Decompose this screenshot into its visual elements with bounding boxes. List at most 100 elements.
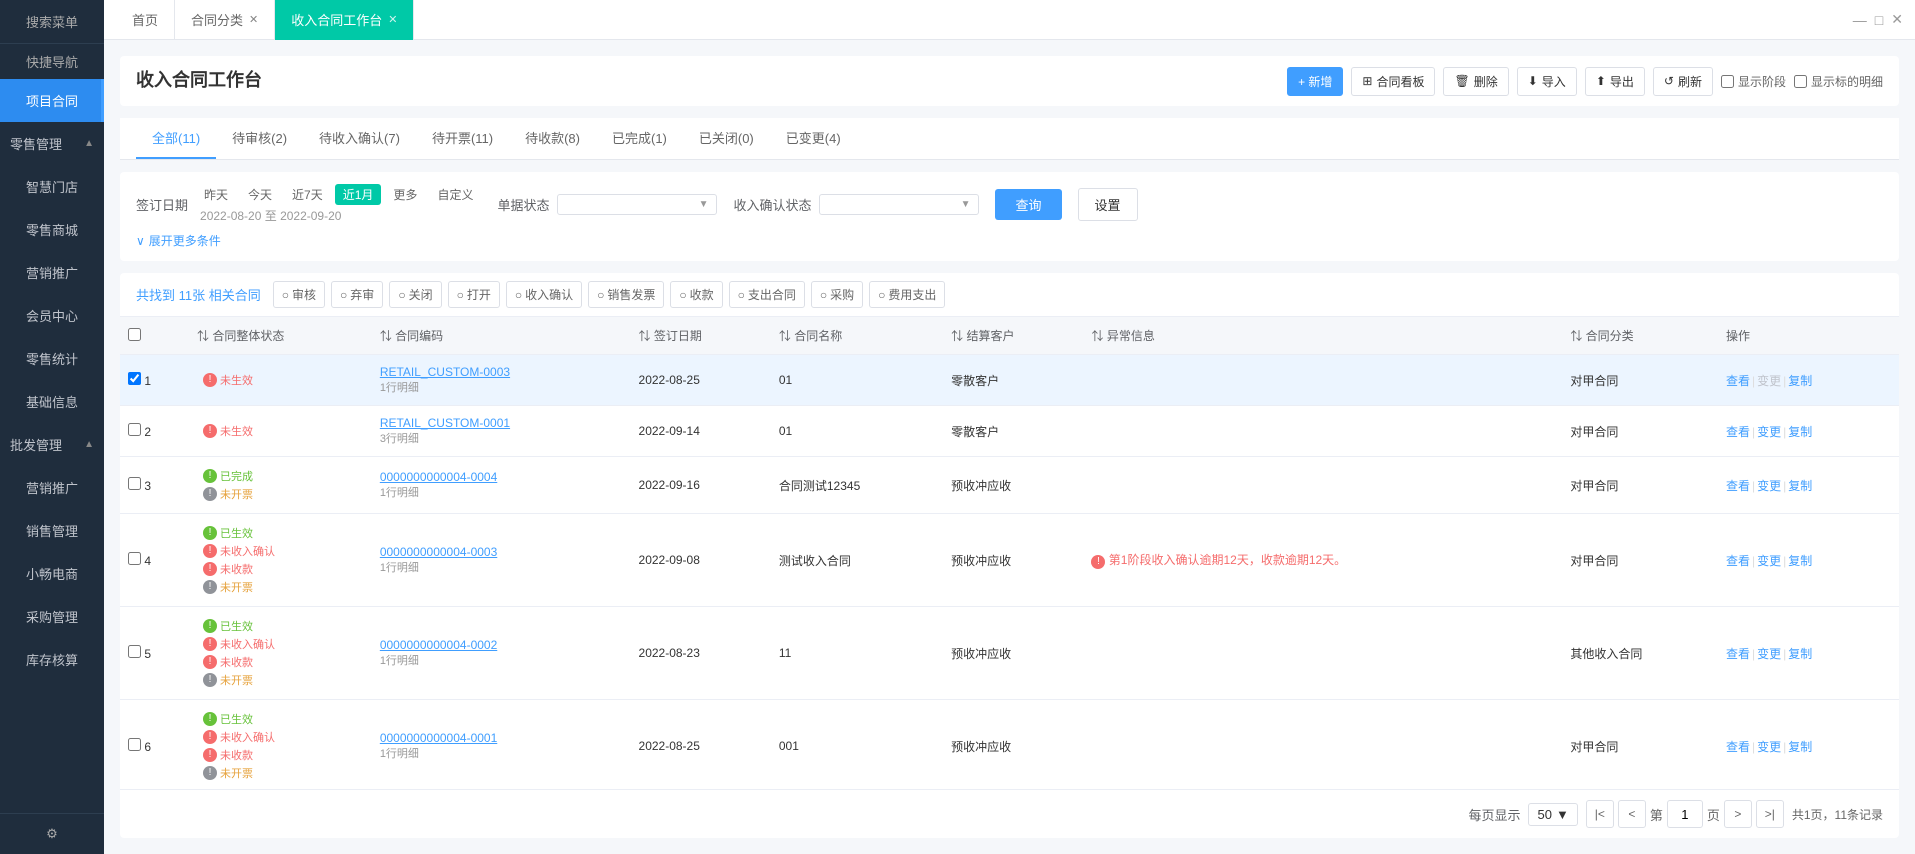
sidebar-item-retail[interactable]: 零售管理▲: [0, 122, 104, 165]
date-option-today[interactable]: 今天: [240, 184, 280, 205]
filter-tab-pending-invoice[interactable]: 待开票(11): [416, 118, 509, 159]
action-btn-expense-out[interactable]: ○ 费用支出: [869, 281, 945, 308]
action-btn-expense-contract[interactable]: ○ 支出合同: [729, 281, 805, 308]
row-checkbox-2[interactable]: [128, 477, 141, 490]
action-btn-abandon[interactable]: ○ 弃审: [331, 281, 383, 308]
action-btn-sales-invoice[interactable]: ○ 销售发票: [588, 281, 664, 308]
first-page-button[interactable]: |<: [1586, 800, 1614, 828]
op-变更-3[interactable]: 变更: [1757, 554, 1781, 568]
sidebar-item-online[interactable]: 零售商城: [0, 208, 104, 251]
page-input[interactable]: [1667, 800, 1703, 828]
action-btn-close[interactable]: ○ 关闭: [389, 281, 441, 308]
sidebar-item-inventory[interactable]: 库存核算: [0, 638, 104, 681]
contract-link-1[interactable]: RETAIL_CUSTOM-0001: [380, 416, 510, 430]
filter-tab-pending-review[interactable]: 待审核(2): [216, 118, 303, 159]
new-button[interactable]: + 新增: [1287, 67, 1343, 96]
sidebar-item-smart-store[interactable]: 智慧门店: [0, 165, 104, 208]
row-checkbox-0[interactable]: [128, 372, 141, 385]
op-查看-1[interactable]: 查看: [1726, 425, 1750, 439]
income-confirm-select[interactable]: ▼: [819, 194, 979, 215]
contract-link-0[interactable]: RETAIL_CUSTOM-0003: [380, 365, 510, 379]
sidebar-item-wholesale[interactable]: 批发管理▲: [0, 423, 104, 466]
op-复制-4[interactable]: 复制: [1788, 647, 1812, 661]
window-minimize-icon[interactable]: —: [1853, 12, 1867, 28]
op-变更-4[interactable]: 变更: [1757, 647, 1781, 661]
sidebar-item-retail-stat[interactable]: 零售统计: [0, 337, 104, 380]
sidebar-search[interactable]: 搜索菜单: [0, 0, 104, 44]
op-查看-0[interactable]: 查看: [1726, 374, 1750, 388]
action-btn-open[interactable]: ○ 打开: [448, 281, 500, 308]
date-option-more[interactable]: 更多: [385, 184, 425, 205]
filter-tab-all[interactable]: 全部(11): [136, 118, 216, 159]
contract-link-5[interactable]: 0000000000004-0001: [380, 731, 497, 745]
set-button[interactable]: 设置: [1078, 188, 1138, 221]
refresh-button[interactable]: ↺ 刷新: [1653, 67, 1713, 96]
sidebar-item-member[interactable]: 会员中心: [0, 294, 104, 337]
action-btn-review[interactable]: ○ 审核: [273, 281, 325, 308]
import-button[interactable]: ⬇ 导入: [1517, 67, 1577, 96]
op-变更-2[interactable]: 变更: [1757, 479, 1781, 493]
contract-link-3[interactable]: 0000000000004-0003: [380, 545, 497, 559]
filter-tab-closed[interactable]: 已关闭(0): [683, 118, 770, 159]
tab-close-icon-contract-category[interactable]: ✕: [249, 13, 258, 26]
op-查看-4[interactable]: 查看: [1726, 647, 1750, 661]
window-maximize-icon[interactable]: □: [1875, 12, 1883, 28]
kanban-button[interactable]: ⊞ 合同看板: [1351, 67, 1435, 96]
op-查看-2[interactable]: 查看: [1726, 479, 1750, 493]
date-option-yesterday[interactable]: 昨天: [196, 184, 236, 205]
tab-contract-category[interactable]: 合同分类✕: [175, 0, 275, 40]
select-all-checkbox[interactable]: [128, 328, 141, 341]
prev-page-button[interactable]: <: [1618, 800, 1646, 828]
op-复制-5[interactable]: 复制: [1788, 740, 1812, 754]
filter-tab-completed[interactable]: 已完成(1): [596, 118, 683, 159]
filter-tab-pending-confirm[interactable]: 待收入确认(7): [303, 118, 416, 159]
show-mark-checkbox[interactable]: 显示标的明细: [1794, 73, 1883, 90]
contract-link-2[interactable]: 0000000000004-0004: [380, 470, 497, 484]
sidebar-item-project[interactable]: 项目合同: [0, 79, 104, 122]
date-option-last7[interactable]: 近7天: [284, 184, 331, 205]
op-复制-1[interactable]: 复制: [1788, 425, 1812, 439]
window-close-icon[interactable]: ✕: [1891, 11, 1903, 28]
tab-home[interactable]: 首页: [116, 0, 175, 40]
next-page-button[interactable]: >: [1724, 800, 1752, 828]
page-size-select[interactable]: 50 ▼: [1528, 803, 1577, 826]
op-变更-0[interactable]: 变更: [1757, 374, 1781, 388]
action-btn-purchase[interactable]: ○ 采购: [811, 281, 863, 308]
sidebar-item-marketing[interactable]: 营销推广: [0, 251, 104, 294]
sidebar-item-sales[interactable]: 销售管理: [0, 509, 104, 552]
op-复制-0[interactable]: 复制: [1788, 374, 1812, 388]
show-stage-checkbox[interactable]: 显示阶段: [1721, 73, 1786, 90]
filter-tab-changed[interactable]: 已变更(4): [770, 118, 857, 159]
last-page-button[interactable]: >|: [1756, 800, 1784, 828]
row-checkbox-3[interactable]: [128, 552, 141, 565]
op-查看-3[interactable]: 查看: [1726, 554, 1750, 568]
row-checkbox-1[interactable]: [128, 423, 141, 436]
query-button[interactable]: 查询: [995, 189, 1061, 220]
row-checkbox-5[interactable]: [128, 738, 141, 751]
action-btn-payment[interactable]: ○ 收款: [670, 281, 722, 308]
row-checkbox-4[interactable]: [128, 645, 141, 658]
sidebar-item-marketing2[interactable]: 营销推广: [0, 466, 104, 509]
tab-close-icon-income-workbench[interactable]: ✕: [388, 13, 397, 26]
op-变更-5[interactable]: 变更: [1757, 740, 1781, 754]
export-button[interactable]: ⬆ 导出: [1585, 67, 1645, 96]
date-option-custom[interactable]: 自定义: [429, 184, 481, 205]
sidebar-item-ecommerce[interactable]: 小畅电商: [0, 552, 104, 595]
sidebar-item-purchase[interactable]: 采购管理: [0, 595, 104, 638]
sidebar-item-base-info[interactable]: 基础信息: [0, 380, 104, 423]
sidebar-quick-nav[interactable]: 快捷导航: [0, 44, 104, 79]
op-复制-2[interactable]: 复制: [1788, 479, 1812, 493]
delete-button[interactable]: 🗑 删除: [1443, 67, 1508, 96]
date-option-last1month[interactable]: 近1月: [335, 184, 382, 205]
op-复制-3[interactable]: 复制: [1788, 554, 1812, 568]
table-scroll-area[interactable]: ⇅ 合同整体状态⇅ 合同编码⇅ 签订日期⇅ 合同名称⇅ 结算客户⇅ 异常信息⇅ …: [120, 317, 1899, 789]
contract-link-4[interactable]: 0000000000004-0002: [380, 638, 497, 652]
tab-income-workbench[interactable]: 收入合同工作台✕: [275, 0, 414, 40]
filter-tab-pending-payment[interactable]: 待收款(8): [509, 118, 596, 159]
op-变更-1[interactable]: 变更: [1757, 425, 1781, 439]
doc-status-select[interactable]: ▼: [557, 194, 717, 215]
expand-filter-button[interactable]: ∨ 展开更多条件: [136, 232, 1883, 249]
op-查看-5[interactable]: 查看: [1726, 740, 1750, 754]
sidebar-settings[interactable]: ⚙: [0, 813, 104, 854]
action-btn-income-confirm[interactable]: ○ 收入确认: [506, 281, 582, 308]
